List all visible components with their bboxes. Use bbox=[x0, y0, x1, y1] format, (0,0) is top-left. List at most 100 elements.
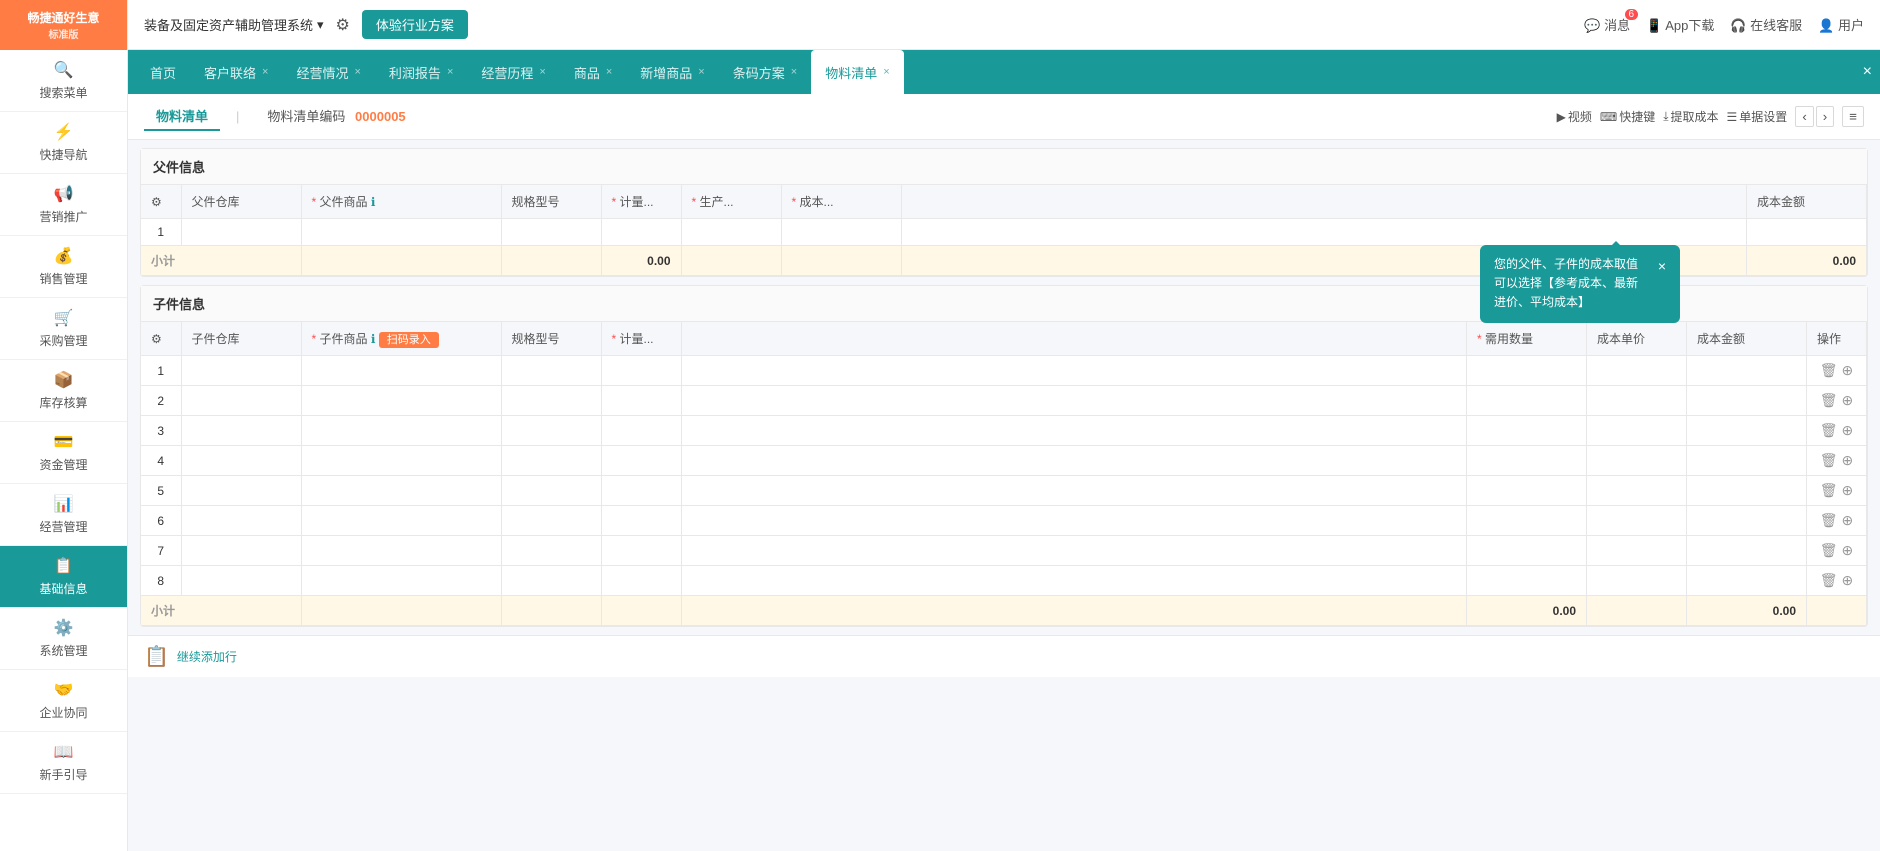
parent-cell-cost-1[interactable] bbox=[781, 219, 901, 246]
extract-cost-btn[interactable]: ⤓ 提取成本 bbox=[1663, 108, 1718, 125]
child-cell-spec-6[interactable] bbox=[501, 506, 601, 536]
sidebar-item-basic-info[interactable]: 📋基础信息 bbox=[0, 546, 127, 608]
child-cell-product-6[interactable] bbox=[301, 506, 501, 536]
message-btn[interactable]: 💬 6 消息 bbox=[1584, 15, 1630, 34]
next-btn[interactable]: › bbox=[1816, 106, 1834, 127]
sidebar-item-quick-nav[interactable]: ⚡快捷导航 bbox=[0, 112, 127, 174]
child-cell-warehouse-7[interactable] bbox=[181, 536, 301, 566]
sidebar-item-finance[interactable]: 💳资金管理 bbox=[0, 422, 127, 484]
child-cell-product-5[interactable] bbox=[301, 476, 501, 506]
child-cell-price-2[interactable] bbox=[1587, 386, 1687, 416]
child-cell-warehouse-5[interactable] bbox=[181, 476, 301, 506]
child-cell-unit-1[interactable] bbox=[601, 356, 681, 386]
child-cell-product-8[interactable] bbox=[301, 566, 501, 596]
child-cell-qty-5[interactable] bbox=[1467, 476, 1587, 506]
child-cell-price-5[interactable] bbox=[1587, 476, 1687, 506]
child-cell-price-1[interactable] bbox=[1587, 356, 1687, 386]
child-cell-product-2[interactable] bbox=[301, 386, 501, 416]
child-cell-warehouse-2[interactable] bbox=[181, 386, 301, 416]
copy-icon-8[interactable]: ⊕ bbox=[1842, 572, 1854, 589]
delete-icon-4[interactable]: 🗑 bbox=[1820, 452, 1838, 469]
child-cell-product-7[interactable] bbox=[301, 536, 501, 566]
nav-tab-barcode[interactable]: 条码方案× bbox=[719, 50, 811, 94]
nav-tab-operations-status[interactable]: 经营情况× bbox=[282, 50, 374, 94]
delete-icon-6[interactable]: 🗑 bbox=[1820, 512, 1838, 529]
nav-tab-close-operations-status[interactable]: × bbox=[354, 66, 360, 78]
close-all-tabs-btn[interactable]: × bbox=[1863, 63, 1872, 81]
trial-button[interactable]: 体验行业方案 bbox=[362, 10, 468, 39]
nav-tab-close-products[interactable]: × bbox=[606, 66, 612, 78]
child-cell-qty-3[interactable] bbox=[1467, 416, 1587, 446]
child-cell-warehouse-6[interactable] bbox=[181, 506, 301, 536]
delete-icon-2[interactable]: 🗑 bbox=[1820, 392, 1838, 409]
sidebar-item-search[interactable]: 🔍搜索菜单 bbox=[0, 50, 127, 112]
add-row-label[interactable]: 继续添加行 bbox=[177, 648, 237, 665]
nav-tab-products[interactable]: 商品× bbox=[560, 50, 626, 94]
sidebar-item-purchase[interactable]: 🛒采购管理 bbox=[0, 298, 127, 360]
nav-tab-bom[interactable]: 物料清单× bbox=[811, 50, 903, 94]
nav-tab-close-bom[interactable]: × bbox=[883, 66, 889, 78]
copy-icon-4[interactable]: ⊕ bbox=[1842, 452, 1854, 469]
child-cell-warehouse-8[interactable] bbox=[181, 566, 301, 596]
delete-icon-8[interactable]: 🗑 bbox=[1820, 572, 1838, 589]
sidebar-item-sales[interactable]: 💰销售管理 bbox=[0, 236, 127, 298]
child-cell-qty-8[interactable] bbox=[1467, 566, 1587, 596]
sub-tab-list[interactable]: 物料清单 bbox=[144, 102, 220, 131]
child-cell-unit-7[interactable] bbox=[601, 536, 681, 566]
sidebar-item-operations[interactable]: 📊经营管理 bbox=[0, 484, 127, 546]
menu-btn[interactable]: ≡ bbox=[1842, 106, 1864, 127]
child-cell-spec-5[interactable] bbox=[501, 476, 601, 506]
single-settings-btn[interactable]: ☰ 单据设置 bbox=[1727, 108, 1788, 125]
sidebar-item-inventory[interactable]: 📦库存核算 bbox=[0, 360, 127, 422]
child-cell-warehouse-3[interactable] bbox=[181, 416, 301, 446]
delete-icon-3[interactable]: 🗑 bbox=[1820, 422, 1838, 439]
settings-icon[interactable]: ⚙ bbox=[336, 15, 350, 35]
shortcut-btn[interactable]: ⌨ 快捷键 bbox=[1600, 108, 1655, 125]
child-cell-spec-7[interactable] bbox=[501, 536, 601, 566]
nav-tab-customers[interactable]: 客户联络× bbox=[190, 50, 282, 94]
sub-tab-code[interactable]: 物料清单编码 0000005 bbox=[255, 102, 417, 131]
child-cell-price-6[interactable] bbox=[1587, 506, 1687, 536]
prev-btn[interactable]: ‹ bbox=[1795, 106, 1813, 127]
nav-tab-close-biz-history[interactable]: × bbox=[539, 66, 545, 78]
video-btn[interactable]: ▶ 视频 bbox=[1557, 108, 1592, 125]
sidebar-item-enterprise[interactable]: 🤝企业协同 bbox=[0, 670, 127, 732]
child-cell-unit-6[interactable] bbox=[601, 506, 681, 536]
child-cell-qty-2[interactable] bbox=[1467, 386, 1587, 416]
copy-icon-2[interactable]: ⊕ bbox=[1842, 392, 1854, 409]
online-service-btn[interactable]: 🎧 在线客服 bbox=[1730, 15, 1802, 34]
system-title[interactable]: 装备及固定资产辅助管理系统 ▾ bbox=[144, 15, 324, 34]
child-cell-warehouse-1[interactable] bbox=[181, 356, 301, 386]
copy-icon-5[interactable]: ⊕ bbox=[1842, 482, 1854, 499]
copy-icon-1[interactable]: ⊕ bbox=[1842, 362, 1854, 379]
parent-cell-warehouse-1[interactable] bbox=[181, 219, 301, 246]
delete-icon-5[interactable]: 🗑 bbox=[1820, 482, 1838, 499]
delete-icon-7[interactable]: 🗑 bbox=[1820, 542, 1838, 559]
tooltip-close-btn[interactable]: × bbox=[1658, 255, 1666, 277]
delete-icon-1[interactable]: 🗑 bbox=[1820, 362, 1838, 379]
child-cell-unit-2[interactable] bbox=[601, 386, 681, 416]
nav-tab-profit-report[interactable]: 利润报告× bbox=[375, 50, 467, 94]
scan-btn[interactable]: 扫码录入 bbox=[379, 332, 439, 348]
add-row-icon[interactable]: 📋 bbox=[144, 644, 169, 669]
child-cell-product-4[interactable] bbox=[301, 446, 501, 476]
copy-icon-6[interactable]: ⊕ bbox=[1842, 512, 1854, 529]
sidebar-item-marketing[interactable]: 📢营销推广 bbox=[0, 174, 127, 236]
child-cell-qty-6[interactable] bbox=[1467, 506, 1587, 536]
child-cell-qty-4[interactable] bbox=[1467, 446, 1587, 476]
child-cell-unit-8[interactable] bbox=[601, 566, 681, 596]
sidebar-item-guide[interactable]: 📖新手引导 bbox=[0, 732, 127, 794]
child-cell-spec-8[interactable] bbox=[501, 566, 601, 596]
child-cell-price-7[interactable] bbox=[1587, 536, 1687, 566]
child-cell-product-3[interactable] bbox=[301, 416, 501, 446]
parent-cell-producer-1[interactable] bbox=[681, 219, 781, 246]
app-download-btn[interactable]: 📱 App下载 bbox=[1646, 15, 1714, 34]
child-cell-price-3[interactable] bbox=[1587, 416, 1687, 446]
nav-tab-close-customers[interactable]: × bbox=[262, 66, 268, 78]
nav-tab-close-profit-report[interactable]: × bbox=[447, 66, 453, 78]
child-cell-warehouse-4[interactable] bbox=[181, 446, 301, 476]
sidebar-item-system[interactable]: ⚙️系统管理 bbox=[0, 608, 127, 670]
child-cell-price-8[interactable] bbox=[1587, 566, 1687, 596]
user-btn[interactable]: 👤 用户 bbox=[1818, 15, 1864, 34]
child-cell-spec-1[interactable] bbox=[501, 356, 601, 386]
